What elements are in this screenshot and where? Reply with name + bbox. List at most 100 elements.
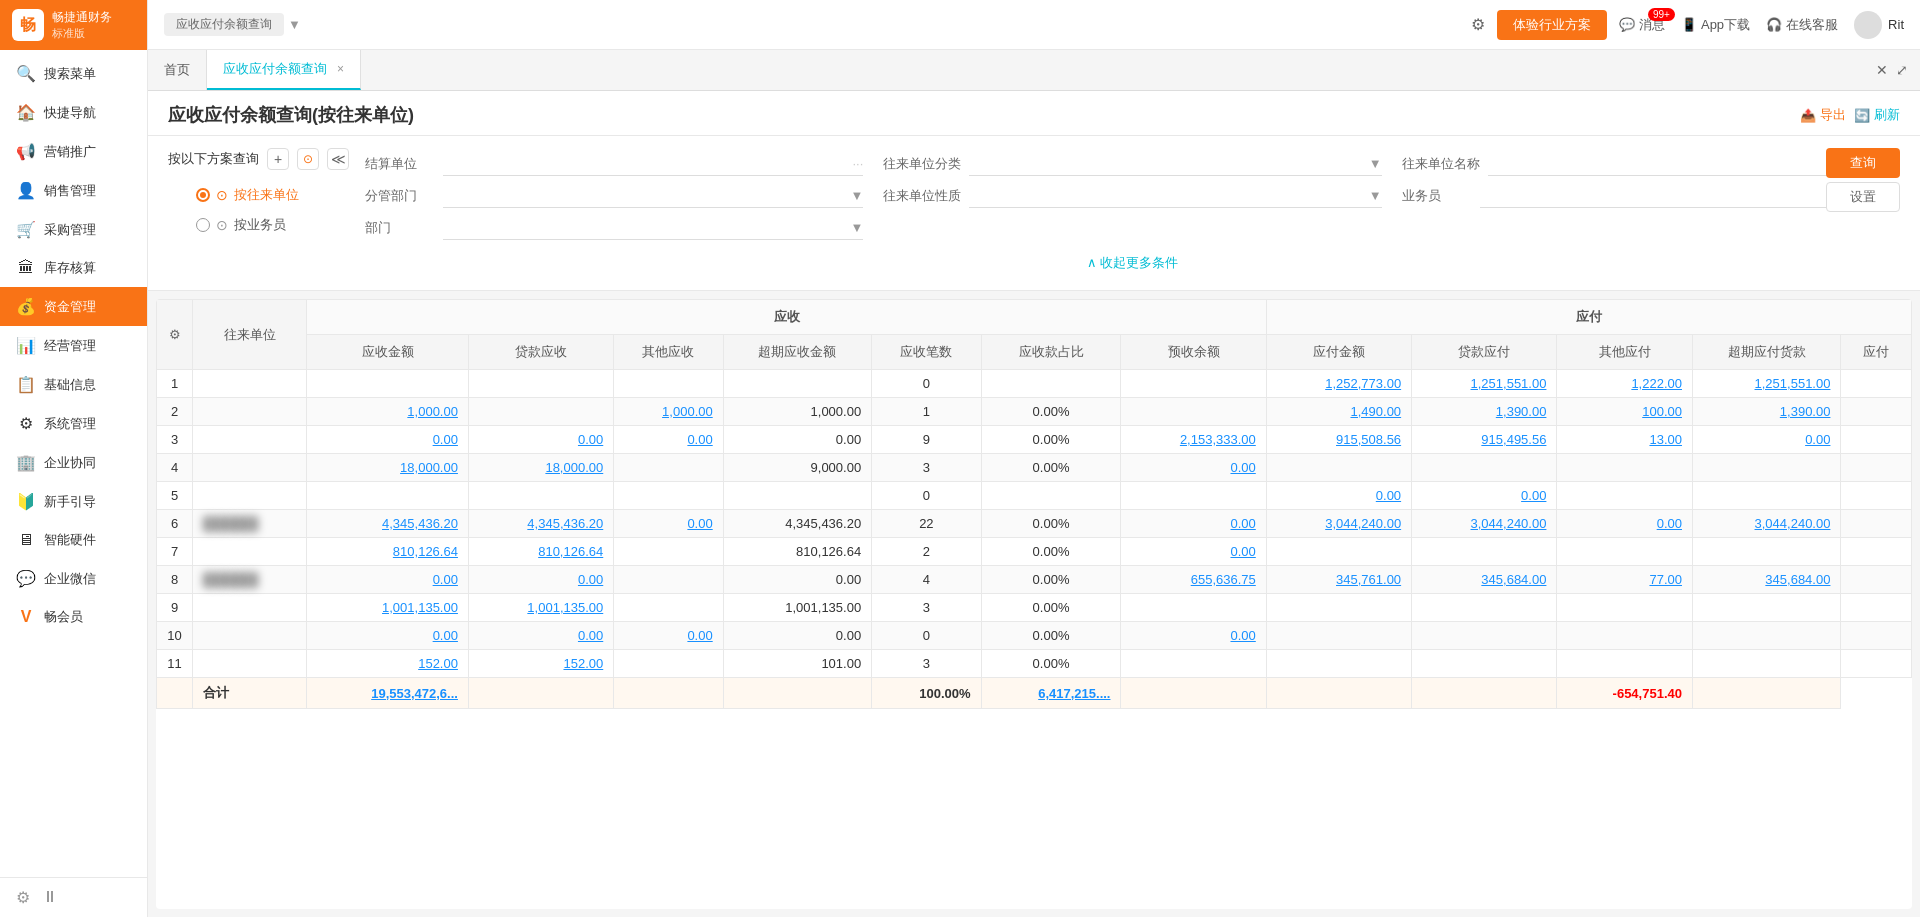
data-cell[interactable]: 0.00: [1692, 426, 1840, 454]
refresh-button[interactable]: 🔄 刷新: [1854, 106, 1900, 124]
data-cell[interactable]: [468, 482, 613, 510]
data-cell[interactable]: 0.00: [1121, 510, 1266, 538]
data-cell[interactable]: 1,490.00: [1266, 398, 1411, 426]
data-cell[interactable]: 1,390.00: [1412, 398, 1557, 426]
query-button[interactable]: 查询: [1826, 148, 1900, 178]
data-cell[interactable]: [1266, 538, 1411, 566]
data-cell[interactable]: 18,000.00: [468, 454, 613, 482]
settings-button[interactable]: 设置: [1826, 182, 1900, 212]
data-cell[interactable]: [468, 370, 613, 398]
data-cell[interactable]: [1412, 622, 1557, 650]
data-cell[interactable]: 1,000.00: [614, 398, 723, 426]
filter-option-partner[interactable]: ⊙ 按往来单位: [188, 182, 349, 208]
sidebar-item-enterprise[interactable]: 🏢企业协同: [0, 443, 147, 482]
data-cell[interactable]: [1412, 650, 1557, 678]
data-cell[interactable]: [1121, 482, 1266, 510]
data-cell[interactable]: 0.00: [468, 566, 613, 594]
footer-ar-total[interactable]: 19,553,472,6...: [307, 678, 469, 709]
data-cell[interactable]: [1121, 594, 1266, 622]
data-cell[interactable]: 0.00: [614, 510, 723, 538]
footer-advance-total[interactable]: 6,417,215....: [981, 678, 1121, 709]
data-cell[interactable]: 4,345,436.20: [307, 510, 469, 538]
data-cell[interactable]: [1266, 454, 1411, 482]
data-cell[interactable]: 0.00: [307, 622, 469, 650]
filter-option-salesman[interactable]: ⊙ 按业务员: [188, 212, 349, 238]
data-cell[interactable]: [1692, 482, 1840, 510]
export-button[interactable]: 📤 导出: [1800, 106, 1846, 124]
filter-scheme-button[interactable]: ⊙: [297, 148, 319, 170]
dept-select[interactable]: ▼: [443, 184, 863, 208]
data-cell[interactable]: [1557, 538, 1693, 566]
data-cell[interactable]: 1,251,551.00: [1412, 370, 1557, 398]
data-cell[interactable]: [1692, 650, 1840, 678]
sidebar-item-management[interactable]: 📊经营管理: [0, 326, 147, 365]
app-download-button[interactable]: 📱 App下载: [1681, 16, 1750, 34]
data-cell[interactable]: [1692, 454, 1840, 482]
data-cell[interactable]: 1,000.00: [307, 398, 469, 426]
data-cell[interactable]: [1692, 538, 1840, 566]
data-cell[interactable]: [307, 482, 469, 510]
data-cell[interactable]: [1121, 370, 1266, 398]
data-cell[interactable]: 77.00: [1557, 566, 1693, 594]
data-cell[interactable]: 4,345,436.20: [468, 510, 613, 538]
data-cell[interactable]: 13.00: [1557, 426, 1693, 454]
data-cell[interactable]: 345,684.00: [1412, 566, 1557, 594]
data-cell[interactable]: 0.00: [614, 426, 723, 454]
data-cell[interactable]: [1266, 650, 1411, 678]
data-cell[interactable]: 0.00: [468, 426, 613, 454]
data-cell[interactable]: [614, 538, 723, 566]
window-close-icon[interactable]: ✕: [1876, 62, 1888, 78]
sidebar-item-member[interactable]: V畅会员: [0, 598, 147, 636]
data-cell[interactable]: 2,153,333.00: [1121, 426, 1266, 454]
data-cell[interactable]: 0.00: [1121, 622, 1266, 650]
breadcrumb-dropdown[interactable]: ▼: [288, 17, 301, 32]
data-cell[interactable]: [614, 594, 723, 622]
sidebar-item-finance[interactable]: 💰资金管理: [0, 287, 147, 326]
filter-add-button[interactable]: +: [267, 148, 289, 170]
tab-home[interactable]: 首页: [148, 50, 207, 90]
department-select[interactable]: ▼: [443, 216, 863, 240]
data-cell[interactable]: 3,044,240.00: [1266, 510, 1411, 538]
data-cell[interactable]: 152.00: [307, 650, 469, 678]
data-cell[interactable]: 152.00: [468, 650, 613, 678]
data-cell[interactable]: 100.00: [1557, 398, 1693, 426]
data-cell[interactable]: 0.00: [1121, 538, 1266, 566]
footer-settings-icon[interactable]: ⚙: [16, 888, 30, 907]
data-cell[interactable]: 1,390.00: [1692, 398, 1840, 426]
sidebar-item-search[interactable]: 🔍搜索菜单: [0, 54, 147, 93]
data-cell[interactable]: [1412, 454, 1557, 482]
data-cell[interactable]: [1412, 538, 1557, 566]
data-cell[interactable]: [1692, 622, 1840, 650]
sidebar-item-wechat[interactable]: 💬企业微信: [0, 559, 147, 598]
data-cell[interactable]: 1,251,551.00: [1692, 370, 1840, 398]
sidebar-item-hardware[interactable]: 🖥智能硬件: [0, 521, 147, 559]
table-settings-icon[interactable]: ⚙: [169, 327, 181, 342]
data-cell[interactable]: [1412, 594, 1557, 622]
data-cell[interactable]: 915,508.56: [1266, 426, 1411, 454]
filter-back-button[interactable]: ≪: [327, 148, 349, 170]
data-cell[interactable]: 3,044,240.00: [1412, 510, 1557, 538]
data-cell[interactable]: 0.00: [1121, 454, 1266, 482]
sidebar-item-inventory[interactable]: 🏛库存核算: [0, 249, 147, 287]
data-cell[interactable]: [1557, 650, 1693, 678]
data-cell[interactable]: [1692, 594, 1840, 622]
data-cell[interactable]: 0.00: [614, 622, 723, 650]
data-cell[interactable]: 655,636.75: [1121, 566, 1266, 594]
solution-button[interactable]: 体验行业方案: [1497, 10, 1607, 40]
data-cell[interactable]: 0.00: [307, 566, 469, 594]
data-cell[interactable]: 1,222.00: [1557, 370, 1693, 398]
data-cell[interactable]: 0.00: [1266, 482, 1411, 510]
data-cell[interactable]: 345,684.00: [1692, 566, 1840, 594]
topbar-gear-icon[interactable]: ⚙: [1471, 15, 1485, 34]
data-cell[interactable]: 0.00: [1557, 510, 1693, 538]
filter-collapse-button[interactable]: ∧ 收起更多条件: [365, 248, 1900, 278]
data-cell[interactable]: [468, 398, 613, 426]
data-cell[interactable]: 1,001,135.00: [468, 594, 613, 622]
data-cell[interactable]: [1121, 650, 1266, 678]
data-cell[interactable]: 3,044,240.00: [1692, 510, 1840, 538]
tab-ar-query[interactable]: 应收应付余额查询 ×: [207, 50, 361, 90]
data-cell[interactable]: [614, 566, 723, 594]
sidebar-item-guide[interactable]: 🔰新手引导: [0, 482, 147, 521]
data-cell[interactable]: 810,126.64: [307, 538, 469, 566]
data-cell[interactable]: 810,126.64: [468, 538, 613, 566]
